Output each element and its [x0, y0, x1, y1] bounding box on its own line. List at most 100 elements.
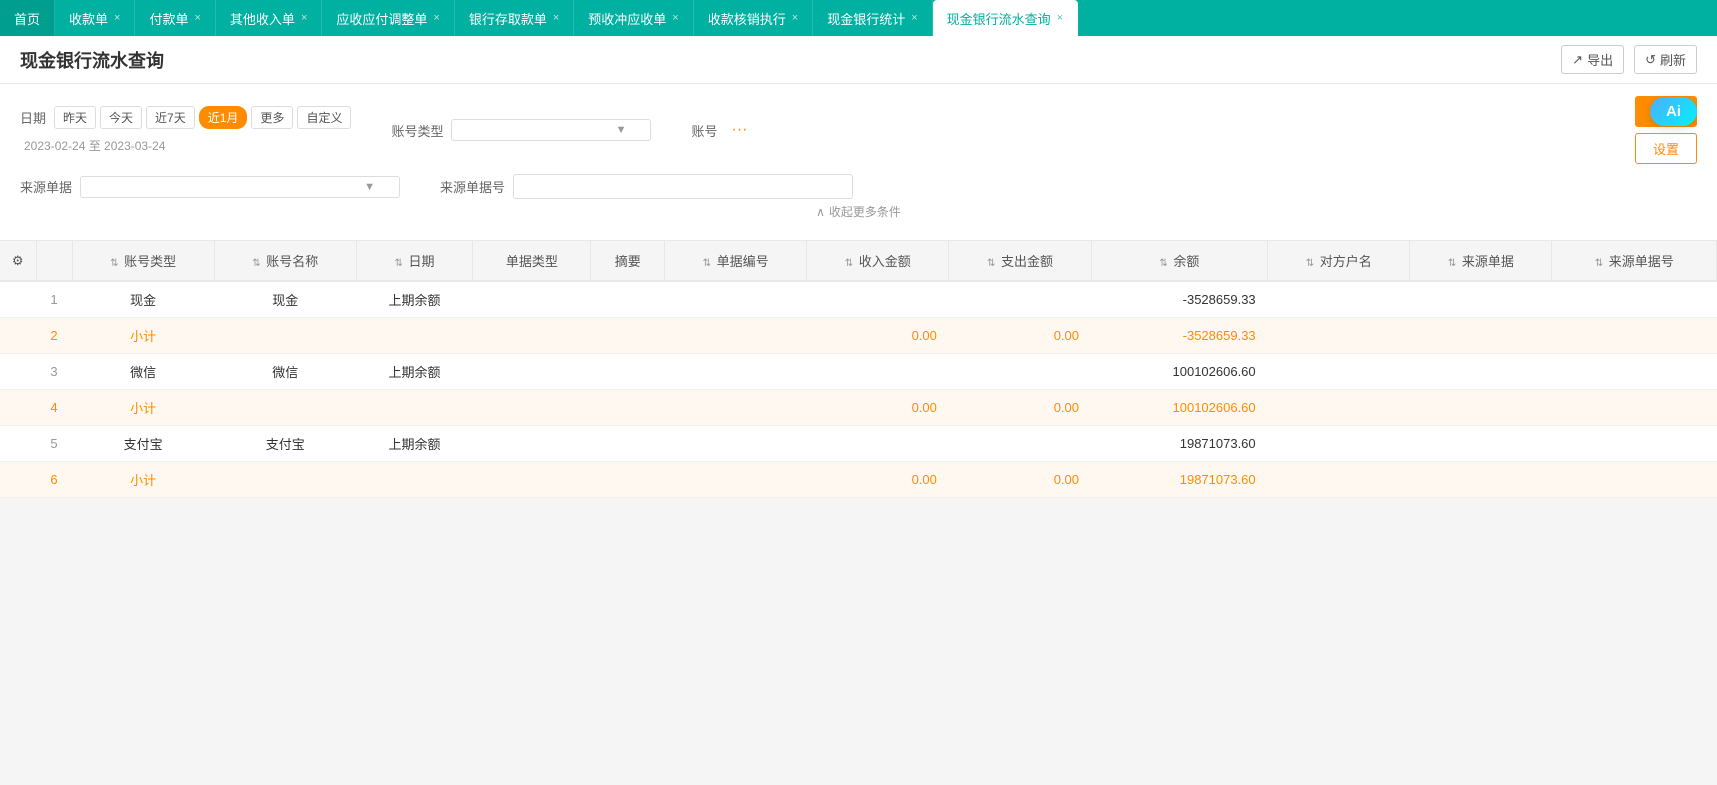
table-col-source-bill[interactable]: ⇅ 来源单据: [1410, 241, 1552, 281]
nav-pre-receive[interactable]: 预收冲应收单 ×: [574, 0, 693, 36]
table-cell: 19871073.60: [1091, 426, 1268, 462]
table-cell: 小计: [72, 390, 214, 426]
nav-adjust[interactable]: 应收应付调整单 ×: [322, 0, 454, 36]
filter-row-1: 日期 昨天 今天 近7天 近1月 更多 自定义 2023-02-24 至 202…: [20, 96, 1697, 164]
table-cell: 0.00: [949, 318, 1091, 354]
table-cell: [665, 426, 807, 462]
table-cell: [665, 354, 807, 390]
settings-button[interactable]: 设置: [1635, 133, 1697, 164]
table-cell: [1552, 462, 1717, 498]
source-bill-no-label: 来源单据号: [440, 177, 505, 196]
table-cell: [0, 318, 36, 354]
table-col-seq: [36, 241, 72, 281]
table-cell: -3528659.33: [1091, 318, 1268, 354]
table-cell: [1552, 354, 1717, 390]
table-cell: [591, 390, 665, 426]
table-cell: -3528659.33: [1091, 281, 1268, 318]
table-row: 2小计0.000.00-3528659.33: [0, 318, 1717, 354]
table-col-balance[interactable]: ⇅ 余额: [1091, 241, 1268, 281]
table-cell: [473, 462, 591, 498]
nav-payment[interactable]: 付款单 ×: [135, 0, 215, 36]
table-cell: [665, 318, 807, 354]
date-btn-7days[interactable]: 近7天: [146, 106, 195, 129]
table-col-date[interactable]: ⇅ 日期: [356, 241, 472, 281]
table-cell: [1410, 390, 1552, 426]
table-cell: 支付宝: [214, 426, 356, 462]
table-cell: [473, 318, 591, 354]
date-btn-yesterday[interactable]: 昨天: [54, 106, 96, 129]
table-cell: 0.00: [807, 390, 949, 426]
date-btn-today[interactable]: 今天: [100, 106, 142, 129]
table-cell: [473, 281, 591, 318]
close-pre-receive-icon[interactable]: ×: [672, 12, 678, 24]
ai-badge[interactable]: Ai: [1650, 97, 1697, 126]
filter-row-2: 来源单据 ▼ 来源单据号: [20, 174, 1697, 199]
date-btn-custom[interactable]: 自定义: [297, 106, 351, 129]
table-col-counterpart[interactable]: ⇅ 对方户名: [1268, 241, 1410, 281]
close-flow-icon[interactable]: ×: [1057, 12, 1063, 24]
table-cell: [591, 354, 665, 390]
sort-arrows-account-name: ⇅: [252, 258, 260, 269]
table-col-account-type[interactable]: ⇅ 账号类型: [72, 241, 214, 281]
table-col-bill-no[interactable]: ⇅ 单据编号: [665, 241, 807, 281]
table-cell: [949, 354, 1091, 390]
sort-arrows-expense: ⇅: [987, 258, 995, 269]
table-cell: [1268, 426, 1410, 462]
table-col-source-bill-no[interactable]: ⇅ 来源单据号: [1552, 241, 1717, 281]
table-row: 1现金现金上期余额-3528659.33: [0, 281, 1717, 318]
account-type-chevron-icon: ▼: [616, 124, 627, 136]
collapse-bar[interactable]: ∧ 收起更多条件: [20, 199, 1697, 228]
table-cell: [0, 426, 36, 462]
close-other-income-icon[interactable]: ×: [301, 12, 307, 24]
table-cell: [665, 281, 807, 318]
nav-bank-deposit[interactable]: 银行存取款单 ×: [455, 0, 574, 36]
table-cell: [1268, 390, 1410, 426]
nav-receipt[interactable]: 收款单 ×: [55, 0, 135, 36]
sort-arrows-balance: ⇅: [1159, 258, 1167, 269]
refresh-button[interactable]: ↺ 刷新: [1634, 45, 1697, 74]
date-btn-more[interactable]: 更多: [251, 106, 293, 129]
table-cell: 4: [36, 390, 72, 426]
nav-verification[interactable]: 收款核销执行 ×: [694, 0, 813, 36]
close-verification-icon[interactable]: ×: [792, 12, 798, 24]
table-cell: 5: [36, 426, 72, 462]
account-type-select[interactable]: ▼: [451, 119, 651, 141]
date-btn-1month[interactable]: 近1月: [199, 106, 248, 129]
account-more-icon[interactable]: ···: [725, 119, 753, 141]
table-cell: 6: [36, 462, 72, 498]
table-cell: 0.00: [807, 462, 949, 498]
table-cell: [1410, 281, 1552, 318]
close-adjust-icon[interactable]: ×: [433, 12, 439, 24]
sort-arrows-counterpart: ⇅: [1306, 258, 1314, 269]
source-bill-no-input[interactable]: [513, 174, 853, 199]
table-cell: [0, 281, 36, 318]
source-bill-select[interactable]: ▼: [80, 176, 400, 198]
export-button[interactable]: ↗ 导出: [1561, 45, 1624, 74]
close-bank-deposit-icon[interactable]: ×: [553, 12, 559, 24]
filter-area: 日期 昨天 今天 近7天 近1月 更多 自定义 2023-02-24 至 202…: [0, 84, 1717, 241]
export-icon: ↗: [1572, 52, 1583, 68]
table-col-summary: 摘要: [591, 241, 665, 281]
table-cell: [356, 462, 472, 498]
close-receipt-icon[interactable]: ×: [114, 12, 120, 24]
close-stat-icon[interactable]: ×: [911, 12, 917, 24]
table-col-account-name[interactable]: ⇅ 账号名称: [214, 241, 356, 281]
table-col-income[interactable]: ⇅ 收入金额: [807, 241, 949, 281]
account-label: 账号: [691, 121, 717, 140]
nav-home[interactable]: 首页: [0, 0, 55, 36]
table-cell: [1552, 426, 1717, 462]
sort-arrows-bill-no: ⇅: [703, 258, 711, 269]
table-cell: [1552, 390, 1717, 426]
nav-other-income[interactable]: 其他收入单 ×: [216, 0, 322, 36]
top-nav: 首页 收款单 × 付款单 × 其他收入单 × 应收应付调整单 × 银行存取款单 …: [0, 0, 1717, 36]
close-payment-icon[interactable]: ×: [194, 12, 200, 24]
nav-cash-bank-stat[interactable]: 现金银行统计 ×: [813, 0, 932, 36]
table-cell: 0.00: [949, 462, 1091, 498]
table-col-gear[interactable]: ⚙: [0, 241, 36, 281]
table-col-expense[interactable]: ⇅ 支出金额: [949, 241, 1091, 281]
table-row: 5支付宝支付宝上期余额19871073.60: [0, 426, 1717, 462]
nav-cash-bank-flow[interactable]: 现金银行流水查询 ×: [933, 0, 1078, 36]
table-cell: 上期余额: [356, 281, 472, 318]
date-range-display: 2023-02-24 至 2023-03-24: [24, 137, 165, 154]
table-cell: [949, 426, 1091, 462]
